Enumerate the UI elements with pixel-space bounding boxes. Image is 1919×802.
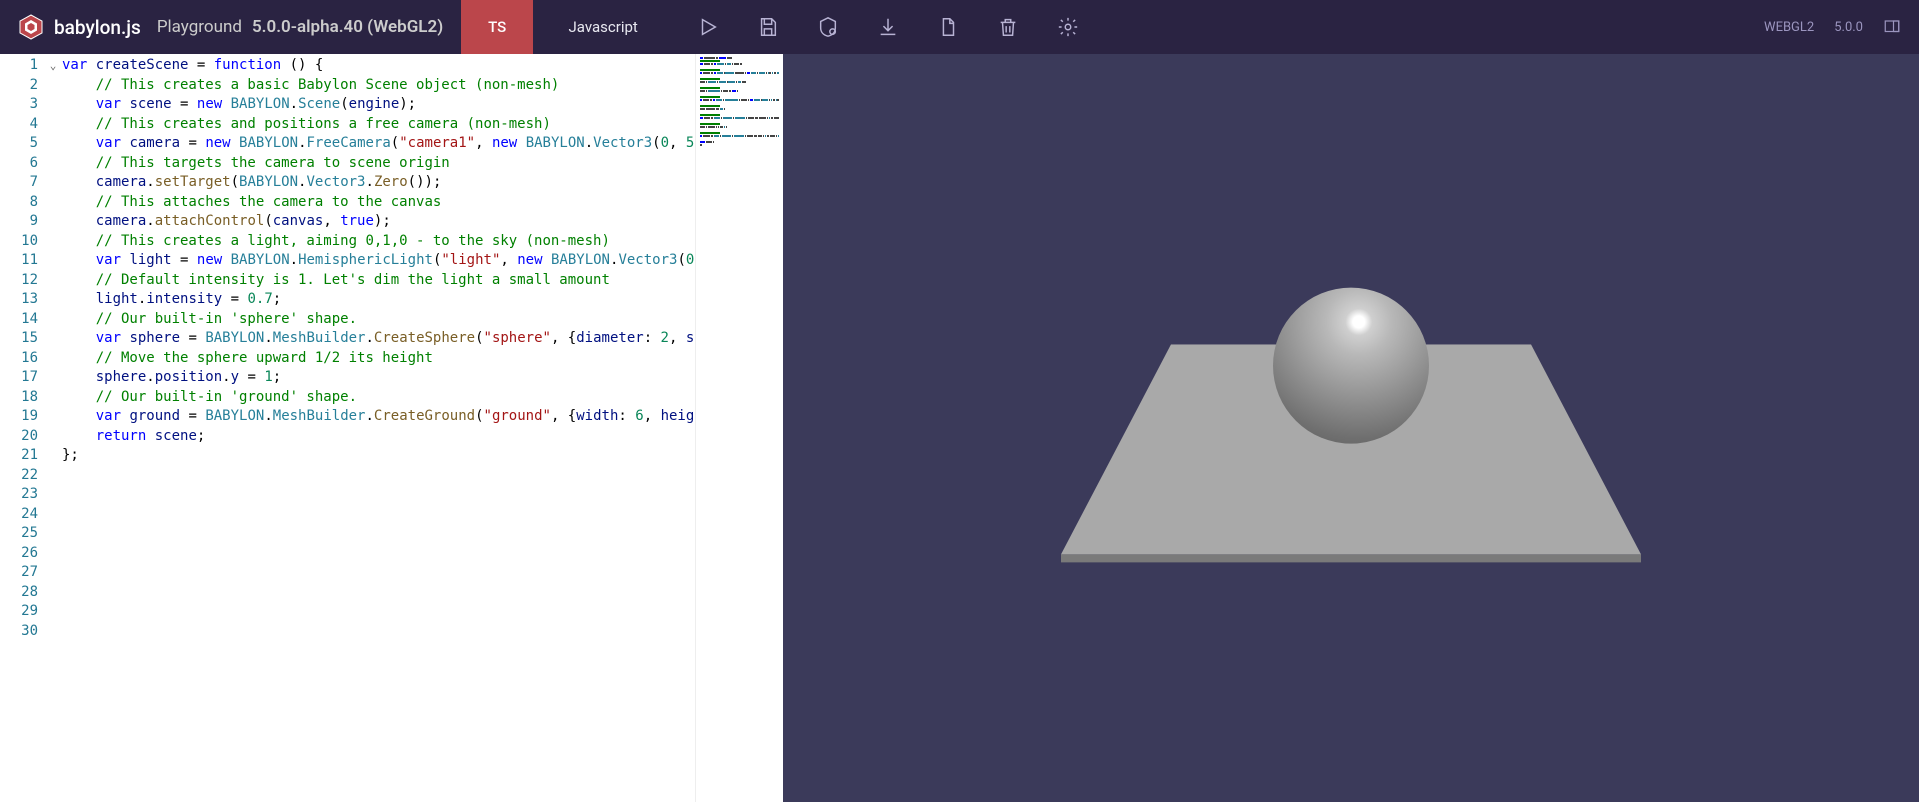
header-right: WEBGL2 5.0.0 [1764, 18, 1919, 36]
tab-javascript[interactable]: Javascript [533, 0, 673, 54]
line-gutter: 1234567891011121314151617181920212223242… [0, 54, 44, 802]
new-icon[interactable] [937, 16, 959, 38]
version-short: 5.0.0 [1834, 20, 1863, 35]
tab-typescript[interactable]: TS [461, 0, 533, 54]
devtools-icon[interactable] [1883, 18, 1901, 36]
playground-label: Playground [157, 17, 242, 37]
code-content[interactable]: var createScene = function () { // This … [62, 54, 695, 802]
run-icon[interactable] [697, 16, 719, 38]
clear-icon[interactable] [997, 16, 1019, 38]
webgl-badge: WEBGL2 [1764, 20, 1814, 35]
brand-text: babylon.js [54, 16, 141, 39]
toolbar [697, 16, 1079, 38]
main: 1234567891011121314151617181920212223242… [0, 54, 1919, 802]
save-icon[interactable] [757, 16, 779, 38]
settings-icon[interactable] [1057, 16, 1079, 38]
version-label: 5.0.0-alpha.40 (WebGL2) [252, 17, 443, 37]
app-header: babylon.js Playground 5.0.0-alpha.40 (We… [0, 0, 1919, 54]
scene-sphere [1273, 288, 1429, 444]
babylon-logo-icon [18, 14, 44, 40]
logo-section: babylon.js Playground 5.0.0-alpha.40 (We… [0, 0, 461, 54]
minimap[interactable] [695, 54, 783, 802]
render-canvas[interactable] [783, 54, 1919, 802]
code-editor[interactable]: 1234567891011121314151617181920212223242… [0, 54, 783, 802]
fold-column: ⌄ [44, 54, 62, 802]
inspector-icon[interactable] [817, 16, 839, 38]
download-icon[interactable] [877, 16, 899, 38]
